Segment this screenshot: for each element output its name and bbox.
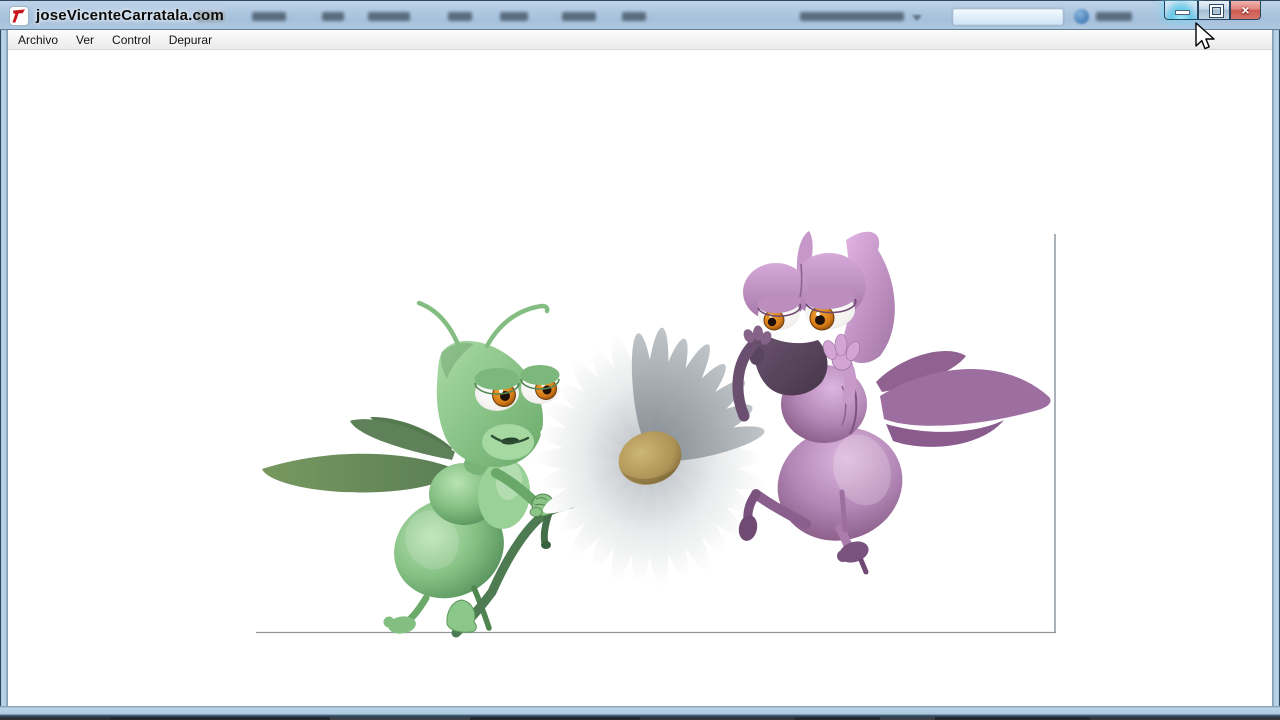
menu-archivo[interactable]: Archivo xyxy=(9,33,67,47)
window-border-left xyxy=(0,30,8,717)
minimize-icon xyxy=(1175,10,1190,15)
blurred-ide-item xyxy=(322,12,344,21)
daisy-flower xyxy=(533,327,765,589)
mouse-cursor xyxy=(1195,22,1215,50)
window-title: joseVicenteCarratala.com xyxy=(36,7,224,24)
maximize-icon xyxy=(1210,5,1223,17)
search-input-blurred[interactable] xyxy=(952,8,1064,26)
flash-player-icon xyxy=(9,6,29,26)
minimize-button[interactable] xyxy=(1164,1,1198,20)
purple-bug-illustration xyxy=(732,231,1051,575)
screen: joseVicenteCarratala.com × Archivo Ver C… xyxy=(0,0,1280,720)
blurred-ide-item xyxy=(562,12,596,21)
window-border-bottom xyxy=(0,706,1280,717)
maximize-button[interactable] xyxy=(1198,1,1230,20)
stage-client-area xyxy=(8,51,1272,706)
menu-ver[interactable]: Ver xyxy=(67,33,103,47)
blurred-dropdown-caret-icon xyxy=(912,15,922,21)
close-button[interactable]: × xyxy=(1230,1,1261,20)
green-bug-front-foot xyxy=(446,599,477,633)
window-controls: × xyxy=(1164,1,1261,20)
blurred-ide-item xyxy=(800,12,904,21)
blurred-ide-item xyxy=(448,12,472,21)
blurred-ide-item xyxy=(500,12,528,21)
menubar: Archivo Ver Control Depurar xyxy=(8,31,1272,50)
blurred-ide-item xyxy=(622,12,646,21)
blurred-ide-item xyxy=(1096,12,1132,21)
cs-live-icon xyxy=(1074,9,1089,24)
window-titlebar: joseVicenteCarratala.com × xyxy=(0,0,1280,30)
green-bug-illustration xyxy=(262,300,560,634)
window-border-right xyxy=(1272,30,1280,717)
menu-depurar[interactable]: Depurar xyxy=(160,33,221,47)
close-icon: × xyxy=(1241,2,1250,18)
blurred-ide-item xyxy=(368,12,410,21)
menu-control[interactable]: Control xyxy=(103,33,160,47)
animation-scene xyxy=(256,231,1056,638)
blurred-ide-item xyxy=(252,12,286,21)
